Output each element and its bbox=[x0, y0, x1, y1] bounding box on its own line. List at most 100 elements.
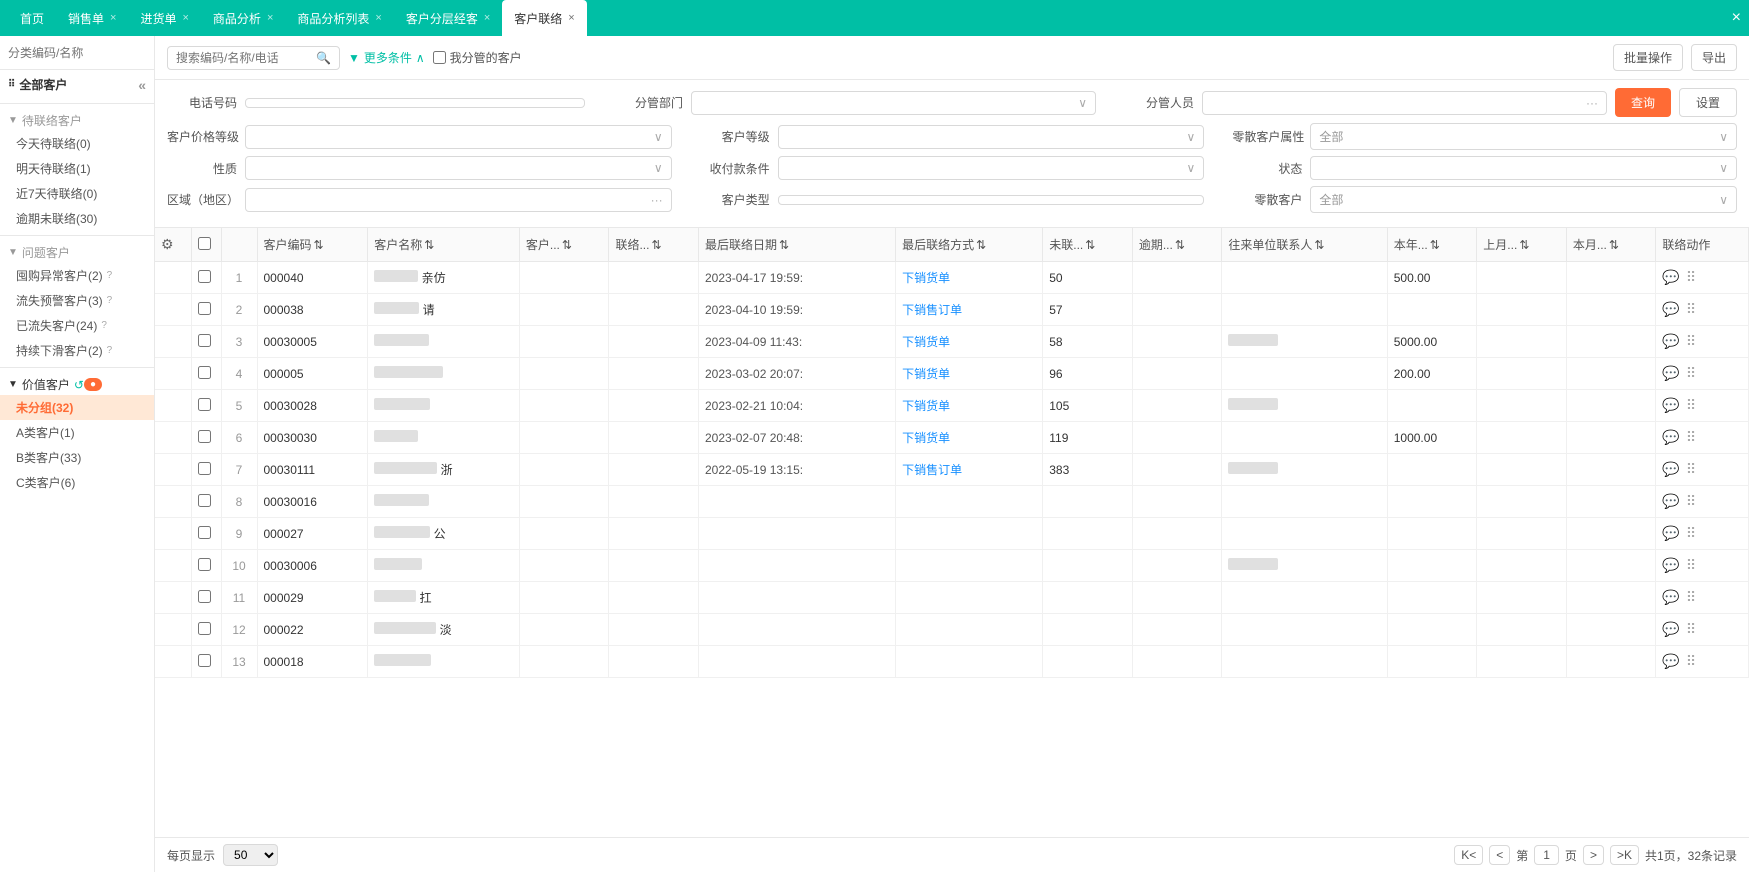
sidebar-item-today-pending[interactable]: 今天待联络(0) bbox=[0, 131, 154, 156]
settings-col-header[interactable]: ⚙ bbox=[155, 228, 191, 262]
contact-col-header[interactable]: 联络...⇅ bbox=[609, 228, 699, 262]
sidebar-item-overdue-no-contact[interactable]: 逾期未联络(30) bbox=[0, 206, 154, 231]
sidebar-search-input[interactable] bbox=[8, 46, 155, 60]
gender-select[interactable]: ∨ bbox=[245, 156, 672, 180]
sidebar-item-declining[interactable]: 持续下滑客户(2) ? bbox=[0, 338, 154, 363]
status-select[interactable]: ∨ bbox=[1310, 156, 1737, 180]
grid-action-icon[interactable]: ⠿ bbox=[1686, 333, 1696, 350]
row-checkbox-4[interactable] bbox=[198, 398, 211, 411]
my-customers-checkbox[interactable] bbox=[433, 51, 446, 64]
filter-search-input[interactable] bbox=[176, 51, 316, 65]
row-checkbox-3[interactable] bbox=[198, 366, 211, 379]
row-checkbox-6[interactable] bbox=[198, 462, 211, 475]
grid-action-icon[interactable]: ⠿ bbox=[1686, 621, 1696, 638]
grid-action-icon[interactable]: ⠿ bbox=[1686, 301, 1696, 318]
grid-action-icon[interactable]: ⠿ bbox=[1686, 653, 1696, 670]
message-action-icon[interactable]: 💬 bbox=[1662, 397, 1679, 414]
message-action-icon[interactable]: 💬 bbox=[1662, 493, 1679, 510]
grid-action-icon[interactable]: ⠿ bbox=[1686, 365, 1696, 382]
grid-action-icon[interactable]: ⠿ bbox=[1686, 269, 1696, 286]
days-no-contact-col-header[interactable]: 未联...⇅ bbox=[1043, 228, 1133, 262]
tab-customer-contact[interactable]: 客户联络 × bbox=[502, 0, 586, 36]
code-col-header[interactable]: 客户编码⇅ bbox=[257, 228, 368, 262]
last-page-button[interactable]: >K bbox=[1610, 845, 1639, 865]
group-value-customers[interactable]: ▼ 价值客户 ↺ ● bbox=[0, 372, 154, 395]
message-action-icon[interactable]: 💬 bbox=[1662, 557, 1679, 574]
reset-button[interactable]: 设置 bbox=[1679, 88, 1737, 117]
grid-action-icon[interactable]: ⠿ bbox=[1686, 493, 1696, 510]
contact-method-link[interactable]: 下销货单 bbox=[902, 271, 950, 285]
batch-ops-button[interactable]: 批量操作 bbox=[1613, 44, 1683, 71]
dept-select[interactable]: ∨ bbox=[691, 91, 1096, 115]
last-month-col-header[interactable]: 上月...⇅ bbox=[1477, 228, 1567, 262]
sidebar-item-tomorrow-pending[interactable]: 明天待联络(1) bbox=[0, 156, 154, 181]
region-input[interactable]: ··· bbox=[245, 188, 672, 212]
row-last-method-cell[interactable]: 下销货单 bbox=[896, 390, 1043, 422]
sidebar-item-c-class[interactable]: C类客户(6) bbox=[0, 470, 154, 495]
row-last-method-cell[interactable] bbox=[896, 582, 1043, 614]
tab-purchase[interactable]: 进货单 × bbox=[128, 0, 200, 36]
row-checkbox-5[interactable] bbox=[198, 430, 211, 443]
query-button[interactable]: 查询 bbox=[1615, 88, 1671, 117]
grid-action-icon[interactable]: ⠿ bbox=[1686, 397, 1696, 414]
message-action-icon[interactable]: 💬 bbox=[1662, 525, 1679, 542]
customer-level-select[interactable]: ∨ bbox=[778, 125, 1205, 149]
next-page-button[interactable]: > bbox=[1583, 845, 1604, 865]
close-sales-icon[interactable]: × bbox=[110, 12, 116, 24]
sidebar-item-b-class[interactable]: B类客户(33) bbox=[0, 445, 154, 470]
customer-type-select[interactable] bbox=[778, 195, 1205, 205]
row-last-method-cell[interactable]: 下销货单 bbox=[896, 358, 1043, 390]
filter-search-icon[interactable]: 🔍 bbox=[316, 51, 331, 65]
payment-select[interactable]: ∨ bbox=[778, 156, 1205, 180]
sidebar-item-abnormal-stockpile[interactable]: 囤购异常客户(2) ? bbox=[0, 263, 154, 288]
tab-customer-segment[interactable]: 客户分层经客 × bbox=[394, 0, 502, 36]
row-last-method-cell[interactable] bbox=[896, 614, 1043, 646]
row-checkbox-7[interactable] bbox=[198, 494, 211, 507]
tab-home[interactable]: 首页 bbox=[8, 0, 56, 36]
contact-method-link[interactable]: 下销售订单 bbox=[902, 463, 962, 477]
row-last-method-cell[interactable]: 下销售订单 bbox=[896, 454, 1043, 486]
row-checkbox-12[interactable] bbox=[198, 654, 211, 667]
message-action-icon[interactable]: 💬 bbox=[1662, 621, 1679, 638]
collapse-icon[interactable]: « bbox=[138, 77, 146, 93]
message-action-icon[interactable]: 💬 bbox=[1662, 653, 1679, 670]
row-last-method-cell[interactable] bbox=[896, 646, 1043, 678]
message-action-icon[interactable]: 💬 bbox=[1662, 365, 1679, 382]
retail-attr-select[interactable]: 全部 ∨ bbox=[1310, 123, 1737, 150]
all-customers-header[interactable]: ⠿ 全部客户 « bbox=[0, 70, 154, 99]
close-purchase-icon[interactable]: × bbox=[182, 12, 188, 24]
group-pending-contact[interactable]: ▼ 待联络客户 bbox=[0, 108, 154, 131]
message-action-icon[interactable]: 💬 bbox=[1662, 269, 1679, 286]
refresh-icon[interactable]: ↺ bbox=[74, 378, 84, 392]
retail-customer-select[interactable]: 全部 ∨ bbox=[1310, 186, 1737, 213]
customer-type-col-header[interactable]: 客户...⇅ bbox=[519, 228, 609, 262]
row-last-method-cell[interactable]: 下销售订单 bbox=[896, 294, 1043, 326]
sidebar-item-7days-pending[interactable]: 近7天待联络(0) bbox=[0, 181, 154, 206]
message-action-icon[interactable]: 💬 bbox=[1662, 301, 1679, 318]
row-checkbox-0[interactable] bbox=[198, 270, 211, 283]
last-contact-method-col-header[interactable]: 最后联络方式⇅ bbox=[896, 228, 1043, 262]
message-action-icon[interactable]: 💬 bbox=[1662, 429, 1679, 446]
row-checkbox-1[interactable] bbox=[198, 302, 211, 315]
contact-method-link[interactable]: 下销货单 bbox=[902, 367, 950, 381]
row-checkbox-2[interactable] bbox=[198, 334, 211, 347]
row-checkbox-11[interactable] bbox=[198, 622, 211, 635]
row-checkbox-9[interactable] bbox=[198, 558, 211, 571]
close-all-tabs-icon[interactable]: × bbox=[1732, 9, 1741, 27]
tab-product-analysis-list[interactable]: 商品分析列表 × bbox=[285, 0, 393, 36]
export-button[interactable]: 导出 bbox=[1691, 44, 1737, 71]
last-contact-date-col-header[interactable]: 最后联络日期⇅ bbox=[699, 228, 896, 262]
more-conditions-btn[interactable]: ▼ 更多条件 ∧ bbox=[348, 49, 425, 66]
message-action-icon[interactable]: 💬 bbox=[1662, 333, 1679, 350]
sidebar-item-churned[interactable]: 已流失客户(24) ? bbox=[0, 313, 154, 338]
grid-action-icon[interactable]: ⠿ bbox=[1686, 429, 1696, 446]
per-page-select[interactable]: 50 20 100 bbox=[223, 844, 278, 866]
select-all-checkbox[interactable] bbox=[198, 237, 211, 250]
grid-action-icon[interactable]: ⠿ bbox=[1686, 589, 1696, 606]
this-year-col-header[interactable]: 本年...⇅ bbox=[1387, 228, 1477, 262]
row-last-method-cell[interactable] bbox=[896, 486, 1043, 518]
contact-method-link[interactable]: 下销售订单 bbox=[902, 303, 962, 317]
contact-method-link[interactable]: 下销货单 bbox=[902, 335, 950, 349]
sidebar-item-ungroup[interactable]: 未分组(32) bbox=[0, 395, 154, 420]
row-last-method-cell[interactable]: 下销货单 bbox=[896, 326, 1043, 358]
